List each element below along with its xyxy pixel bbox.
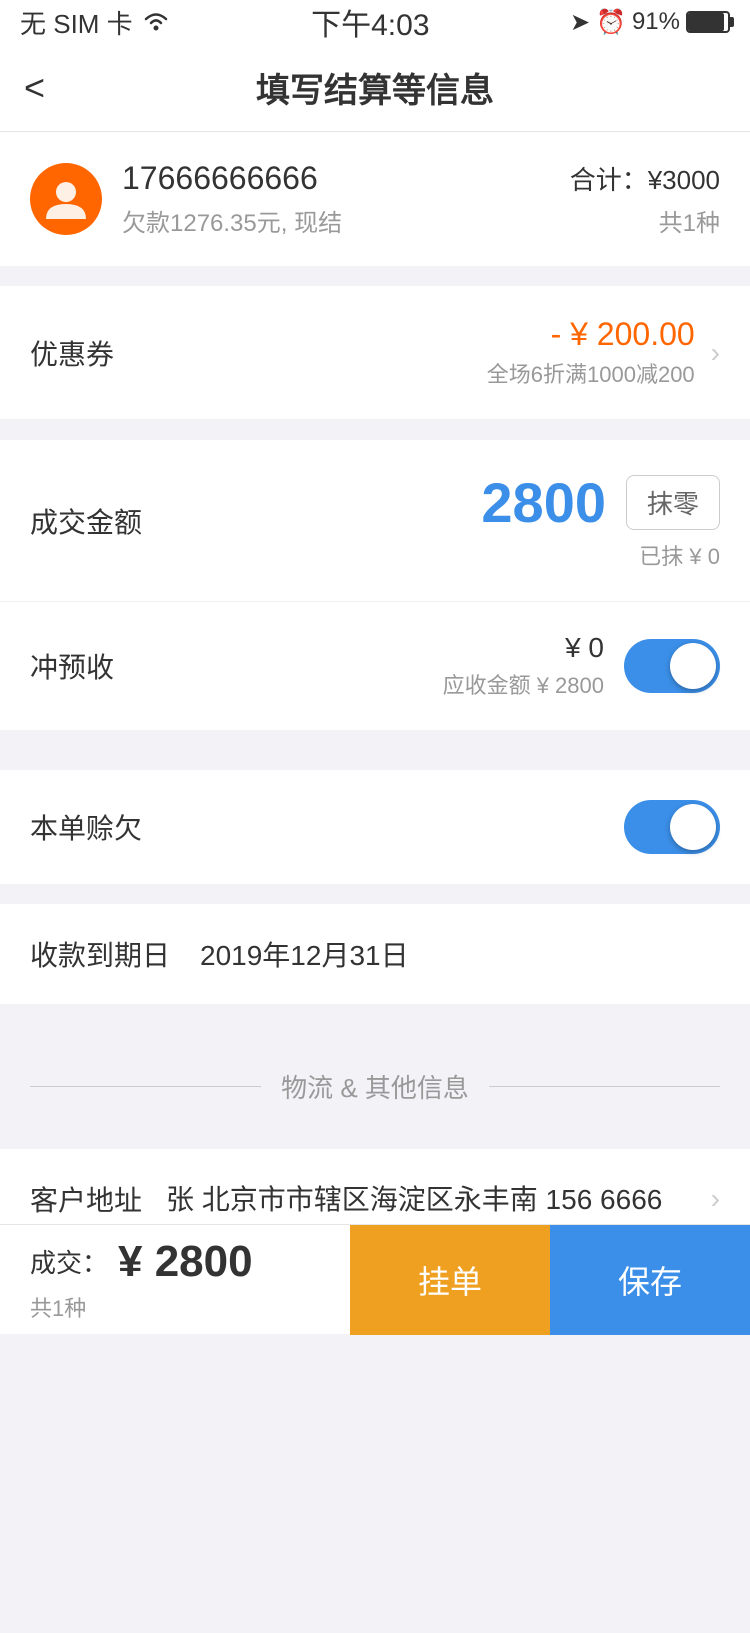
transaction-label: 成交金额 bbox=[30, 501, 142, 541]
page-title: 填写结算等信息 bbox=[256, 63, 494, 112]
status-time: 下午4:03 bbox=[311, 0, 429, 44]
logistics-divider-left bbox=[30, 1086, 261, 1087]
wifi-icon bbox=[141, 7, 171, 38]
divider-2 bbox=[0, 750, 750, 770]
bottom-bar: 成交： ¥ 2800 共1种 挂单 保存 bbox=[0, 1224, 750, 1334]
location-icon: ➤ bbox=[570, 8, 590, 37]
avatar bbox=[30, 163, 102, 235]
logistics-label: 物流 & 其他信息 bbox=[261, 1068, 489, 1105]
bottom-summary-top: 成交： ¥ 2800 bbox=[30, 1237, 320, 1287]
debit-label: 本单赊欠 bbox=[30, 807, 142, 847]
sim-status: 无 SIM 卡 bbox=[20, 4, 133, 41]
clock-icon: ⏰ bbox=[596, 8, 626, 37]
logistics-section: 物流 & 其他信息 bbox=[0, 1044, 750, 1129]
total-count: 共1种 bbox=[570, 203, 720, 238]
bottom-summary-count: 共1种 bbox=[30, 1291, 320, 1323]
divider-1 bbox=[0, 420, 750, 440]
customer-phone: 17666666666 bbox=[122, 160, 342, 197]
pending-button[interactable]: 挂单 bbox=[350, 1225, 550, 1335]
coupon-desc: 全场6折满1000减200 bbox=[487, 357, 695, 389]
coupon-amount: - ¥ 200.00 bbox=[487, 316, 695, 353]
status-bar: 无 SIM 卡 下午4:03 ➤ ⏰ 91% bbox=[0, 0, 750, 44]
coupon-info: - ¥ 200.00 全场6折满1000减200 bbox=[487, 316, 695, 389]
prereceive-row: 冲预收 ¥ 0 应收金额 ¥ 2800 bbox=[0, 601, 750, 730]
coupon-row[interactable]: 优惠券 - ¥ 200.00 全场6折满1000减200 › bbox=[0, 286, 750, 420]
address-chevron-icon: › bbox=[711, 1183, 720, 1215]
total-label: 合计：¥3000 bbox=[570, 160, 720, 197]
divider-3 bbox=[0, 1024, 750, 1044]
amount-row: 成交金额 2800 抹零 已抹 ¥ 0 bbox=[0, 440, 750, 601]
status-left: 无 SIM 卡 bbox=[20, 4, 171, 41]
nav-bar: < 填写结算等信息 bbox=[0, 44, 750, 132]
duedate-value: 2019年12月31日 bbox=[200, 934, 409, 974]
empty-space bbox=[0, 1313, 750, 1513]
prereceive-toggle[interactable] bbox=[624, 639, 720, 693]
prereceive-label: 冲预收 bbox=[30, 646, 114, 686]
battery-icon bbox=[686, 11, 730, 33]
customer-left: 17666666666 欠款1276.35元, 现结 bbox=[30, 160, 342, 238]
debit-toggle-knob bbox=[670, 804, 716, 850]
battery-percent: 91% bbox=[632, 8, 680, 36]
duedate-label: 收款到期日 bbox=[30, 934, 170, 974]
coupon-right: - ¥ 200.00 全场6折满1000减200 › bbox=[487, 316, 720, 389]
status-right: ➤ ⏰ 91% bbox=[570, 8, 730, 37]
amount-right: 2800 抹零 已抹 ¥ 0 bbox=[481, 470, 720, 571]
coupon-chevron-icon: › bbox=[711, 337, 720, 369]
toggle-knob bbox=[670, 643, 716, 689]
transaction-sub: 已抹 ¥ 0 bbox=[481, 539, 720, 571]
debit-section: 本单赊欠 bbox=[0, 770, 750, 884]
prereceive-right: ¥ 0 应收金额 ¥ 2800 bbox=[443, 632, 720, 700]
amount-value-group: 2800 抹零 bbox=[481, 470, 720, 535]
bottom-summary-label: 成交： bbox=[30, 1243, 108, 1280]
prereceive-amount: ¥ 0 bbox=[443, 632, 604, 664]
prereceive-sub: 应收金额 ¥ 2800 bbox=[443, 668, 604, 700]
coupon-label: 优惠券 bbox=[30, 333, 114, 373]
save-button[interactable]: 保存 bbox=[550, 1225, 750, 1335]
debit-toggle[interactable] bbox=[624, 800, 720, 854]
customer-sub-text: 欠款1276.35元, 现结 bbox=[122, 203, 342, 238]
prereceive-amount-group: ¥ 0 应收金额 ¥ 2800 bbox=[443, 632, 604, 700]
customer-right: 合计：¥3000 共1种 bbox=[570, 160, 720, 238]
bottom-summary-amount: ¥ 2800 bbox=[118, 1237, 253, 1287]
content-area: 17666666666 欠款1276.35元, 现结 合计：¥3000 共1种 … bbox=[0, 132, 750, 1633]
bottom-summary: 成交： ¥ 2800 共1种 bbox=[0, 1237, 350, 1323]
amount-section: 成交金额 2800 抹零 已抹 ¥ 0 冲预收 ¥ 0 应收金额 ¥ 2800 bbox=[0, 440, 750, 730]
logistics-divider-right bbox=[489, 1086, 720, 1087]
back-button[interactable]: < bbox=[24, 67, 45, 109]
customer-row: 17666666666 欠款1276.35元, 现结 合计：¥3000 共1种 bbox=[0, 132, 750, 266]
transaction-amount: 2800 bbox=[481, 470, 606, 535]
address-label: 客户地址 bbox=[30, 1179, 150, 1219]
duedate-section: 收款到期日 2019年12月31日 bbox=[0, 904, 750, 1004]
round-button[interactable]: 抹零 bbox=[626, 475, 720, 530]
customer-info: 17666666666 欠款1276.35元, 现结 bbox=[122, 160, 342, 238]
